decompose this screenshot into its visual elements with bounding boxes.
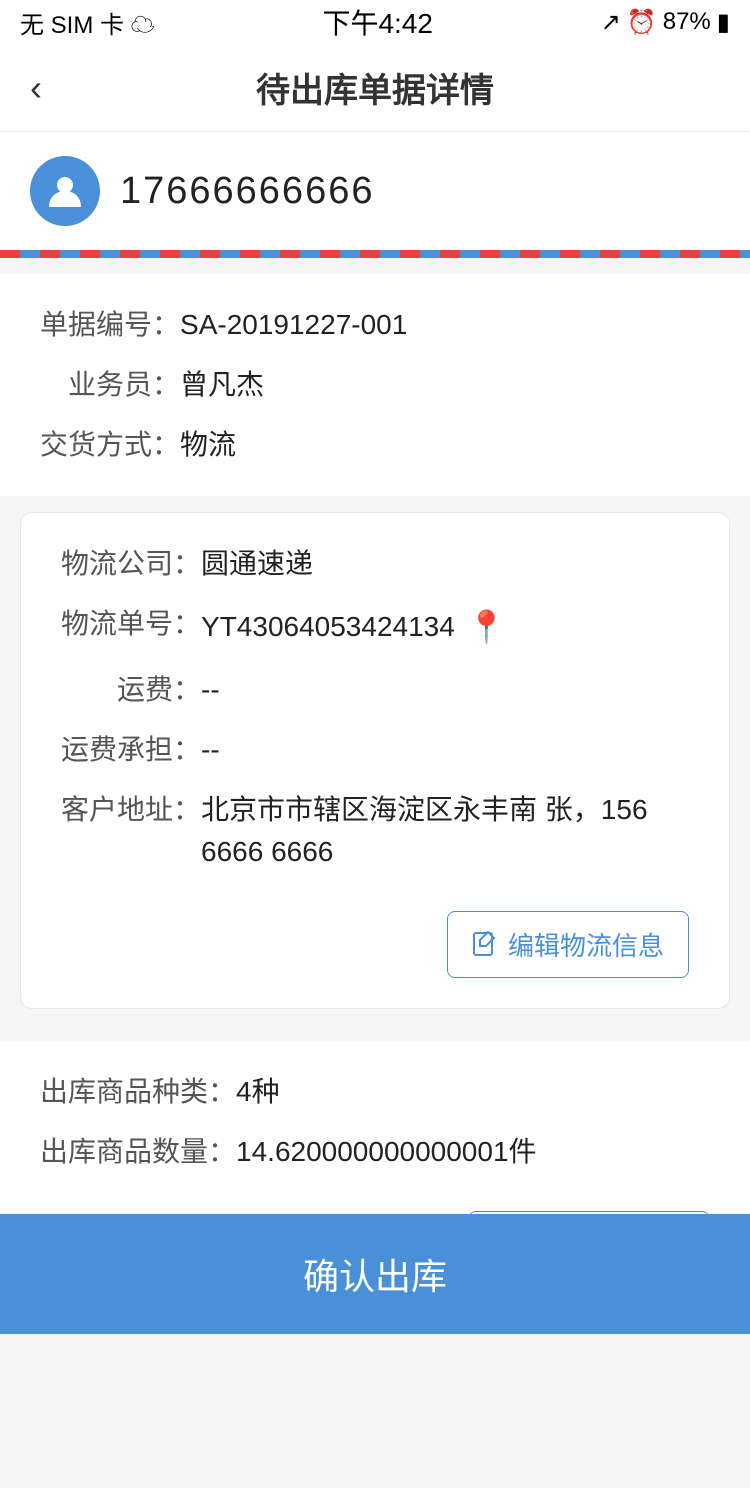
edit-btn-container: 编辑物流信息 bbox=[61, 891, 689, 978]
location-icon: ↗ bbox=[601, 8, 621, 37]
edit-logistics-label: 编辑物流信息 bbox=[508, 926, 664, 963]
goods-category-value: 4种 bbox=[236, 1071, 710, 1113]
goods-quantity-row: 出库商品数量： 14.620000000000001件 bbox=[40, 1131, 710, 1173]
order-no-row: 单据编号： SA-20191227-001 bbox=[40, 304, 710, 346]
avatar bbox=[30, 156, 100, 226]
address-label: 客户地址： bbox=[61, 789, 201, 831]
goods-quantity-label: 出库商品数量： bbox=[40, 1131, 236, 1173]
back-button[interactable]: ‹ bbox=[30, 67, 42, 109]
logistics-card: 物流公司： 圆通速递 物流单号： YT43064053424134 📍 运费： … bbox=[20, 512, 730, 1009]
salesman-label: 业务员： bbox=[40, 364, 180, 406]
address-value: 北京市市辖区海淀区永丰南 张，156 6666 6666 bbox=[201, 789, 689, 873]
goods-category-label: 出库商品种类： bbox=[40, 1071, 236, 1113]
freight-bearer-value: -- bbox=[201, 729, 689, 771]
tracking-label: 物流单号： bbox=[61, 603, 201, 645]
status-time: 下午4:42 bbox=[322, 2, 433, 42]
salesman-row: 业务员： 曾凡杰 bbox=[40, 364, 710, 406]
goods-quantity-value: 14.620000000000001件 bbox=[236, 1131, 710, 1173]
alarm-icon: ⏰ bbox=[627, 8, 657, 37]
page-title: 待出库单据详情 bbox=[256, 63, 494, 112]
nav-bar: ‹ 待出库单据详情 bbox=[0, 44, 750, 132]
tracking-value: YT43064053424134 📍 bbox=[201, 603, 689, 651]
status-bar: 无 SIM 卡 ☁ 下午4:42 ↗ ⏰ 87% ▮ bbox=[0, 0, 750, 44]
user-header: 17666666666 bbox=[0, 132, 750, 250]
status-left: 无 SIM 卡 ☁ bbox=[20, 5, 155, 40]
delivery-label: 交货方式： bbox=[40, 424, 180, 466]
confirm-label: 确认出库 bbox=[303, 1248, 447, 1300]
freight-row: 运费： -- bbox=[61, 669, 689, 711]
sim-status: 无 SIM 卡 ☁ bbox=[20, 5, 155, 40]
tracking-row: 物流单号： YT43064053424134 📍 bbox=[61, 603, 689, 651]
freight-bearer-label: 运费承担： bbox=[61, 729, 201, 771]
freight-bearer-row: 运费承担： -- bbox=[61, 729, 689, 771]
section-divider bbox=[0, 1009, 750, 1025]
battery-icon: ▮ bbox=[717, 8, 730, 37]
edit-logistics-button[interactable]: 编辑物流信息 bbox=[447, 911, 689, 978]
freight-label: 运费： bbox=[61, 669, 201, 711]
map-pin-icon[interactable]: 📍 bbox=[467, 603, 507, 651]
salesman-value: 曾凡杰 bbox=[180, 364, 710, 406]
address-row: 客户地址： 北京市市辖区海淀区永丰南 张，156 6666 6666 bbox=[61, 789, 689, 873]
back-icon: ‹ bbox=[30, 67, 42, 108]
bottom-spacer bbox=[0, 1308, 750, 1488]
order-no-value: SA-20191227-001 bbox=[180, 304, 710, 346]
order-info-section: 单据编号： SA-20191227-001 业务员： 曾凡杰 交货方式： 物流 bbox=[0, 274, 750, 496]
user-phone: 17666666666 bbox=[120, 170, 374, 213]
company-label: 物流公司： bbox=[61, 543, 201, 585]
dashed-separator bbox=[0, 250, 750, 258]
goods-category-row: 出库商品种类： 4种 bbox=[40, 1071, 710, 1113]
company-row: 物流公司： 圆通速递 bbox=[61, 543, 689, 585]
freight-value: -- bbox=[201, 669, 689, 711]
company-value: 圆通速递 bbox=[201, 543, 689, 585]
order-no-label: 单据编号： bbox=[40, 304, 180, 346]
battery-level: 87% bbox=[663, 8, 711, 36]
confirm-button[interactable]: 确认出库 bbox=[0, 1214, 750, 1334]
edit-icon bbox=[472, 931, 500, 959]
delivery-value: 物流 bbox=[180, 424, 710, 466]
person-icon bbox=[45, 171, 85, 211]
delivery-row: 交货方式： 物流 bbox=[40, 424, 710, 466]
status-right: ↗ ⏰ 87% ▮ bbox=[601, 8, 730, 37]
